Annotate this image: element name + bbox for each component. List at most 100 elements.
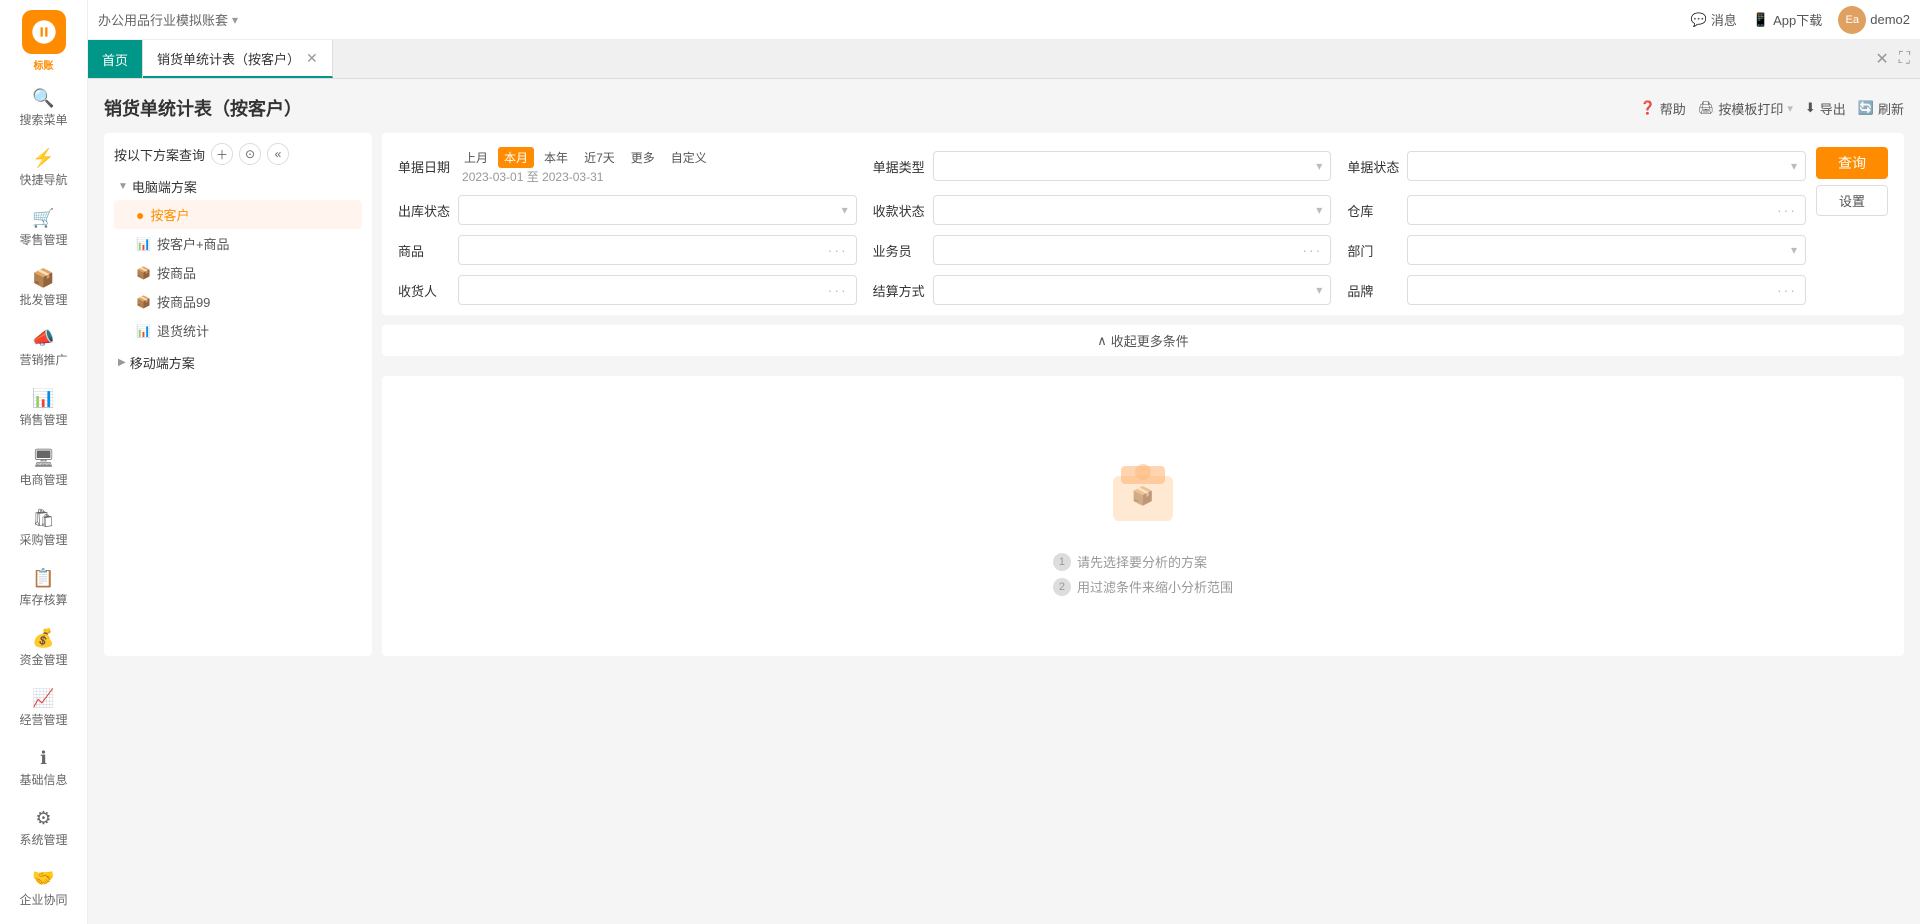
- return-icon: 📊: [136, 324, 151, 338]
- settle-input[interactable]: ▾: [933, 275, 1332, 305]
- bill-status-condition: 单据状态 ▾: [1347, 147, 1806, 185]
- scheme-item-customer-goods[interactable]: 📊 按客户+商品: [114, 229, 362, 258]
- date-tab-last-month[interactable]: 上月: [458, 147, 494, 168]
- operations-icon: 📈: [32, 688, 54, 709]
- scheme-settings-btn[interactable]: ⊙: [239, 143, 261, 165]
- out-status-input[interactable]: ▾: [458, 195, 857, 225]
- window-maximize-icon[interactable]: ⛶: [1899, 50, 1910, 68]
- sidebar-item-label: 经营管理: [19, 711, 67, 728]
- export-btn[interactable]: ⬇ 导出: [1805, 99, 1846, 118]
- collapse-bar[interactable]: ∧ 收起更多条件: [382, 325, 1904, 356]
- consignee-more-icon: ···: [828, 282, 848, 298]
- sidebar-item-label: 电商管理: [19, 471, 67, 488]
- goods-input[interactable]: ···: [458, 235, 857, 265]
- help-btn[interactable]: ❓ 帮助: [1640, 99, 1686, 118]
- salesperson-label: 业务员: [873, 241, 925, 260]
- scheme-item-label: 按客户: [150, 205, 189, 224]
- sidebar-item-purchase[interactable]: 🛍 采购管理: [0, 498, 87, 558]
- sidebar-item-info[interactable]: ℹ 基础信息: [0, 738, 87, 798]
- scheme-add-btn[interactable]: ＋: [211, 143, 233, 165]
- empty-icon: 📦: [1093, 436, 1193, 536]
- collect-status-label: 收款状态: [873, 201, 925, 220]
- tab-close-icon[interactable]: ✕: [306, 50, 318, 67]
- warehouse-input[interactable]: ···: [1407, 195, 1806, 225]
- scheme-panel: 按以下方案查询 ＋ ⊙ « ▼ 电脑端方案 ● 按客户: [104, 133, 372, 656]
- scheme-item-label: 按商品: [157, 263, 196, 282]
- refresh-btn[interactable]: 🔄 刷新: [1858, 99, 1904, 118]
- sidebar-item-sales[interactable]: 📊 销售管理: [0, 378, 87, 438]
- salesperson-input[interactable]: ···: [933, 235, 1332, 265]
- sidebar-item-finance[interactable]: 💰 资金管理: [0, 618, 87, 678]
- scheme-item-return[interactable]: 📊 退货统计: [114, 316, 362, 345]
- department-input[interactable]: ▾: [1407, 235, 1806, 265]
- scheme-collapse-btn[interactable]: «: [267, 143, 289, 165]
- app-download-btn[interactable]: 📱 App下载: [1753, 10, 1822, 29]
- customer-icon: ●: [136, 207, 144, 223]
- filters-area: 单据日期 上月 本月 本年 近7天 更多 自定义: [398, 147, 1806, 305]
- print-dropdown-icon[interactable]: ▾: [1787, 102, 1793, 115]
- goods-icon: 📦: [136, 266, 151, 280]
- scheme-group-header-mobile[interactable]: ▶ 移动端方案: [114, 349, 362, 376]
- query-button[interactable]: 查询: [1816, 147, 1888, 179]
- brand-input[interactable]: ···: [1407, 275, 1806, 305]
- empty-tips: 1 请先选择要分析的方案 2 用过滤条件来缩小分析范围: [1053, 552, 1233, 596]
- scheme-item-label: 按客户+商品: [157, 234, 230, 253]
- date-tab-this-year[interactable]: 本年: [538, 147, 574, 168]
- logo-icon: [22, 10, 66, 54]
- bill-type-input[interactable]: ▾: [933, 151, 1332, 181]
- scheme-group-arrow: ▼: [118, 181, 128, 192]
- export-label: 导出: [1820, 99, 1846, 118]
- sidebar-item-system[interactable]: ⚙ 系统管理: [0, 798, 87, 858]
- sidebar-item-label: 企业协同: [19, 891, 67, 908]
- scheme-group-label: 电脑端方案: [132, 177, 197, 196]
- sidebar-item-corp[interactable]: 🤝 企业协同: [0, 858, 87, 918]
- department-dropdown-icon: ▾: [1791, 243, 1797, 257]
- print-btn[interactable]: 🖨 按模板打印 ▾: [1698, 99, 1793, 118]
- collect-status-input[interactable]: ▾: [933, 195, 1332, 225]
- date-tab-this-month[interactable]: 本月: [498, 147, 534, 168]
- bill-status-input[interactable]: ▾: [1407, 151, 1806, 181]
- search-icon: 🔍: [32, 88, 54, 109]
- page-title: 销货单统计表（按客户）: [104, 95, 302, 121]
- content: 销货单统计表（按客户） ❓ 帮助 🖨 按模板打印 ▾ ⬇ 导出 🔄 刷新: [88, 79, 1920, 924]
- scheme-item-goods[interactable]: 📦 按商品: [114, 258, 362, 287]
- sidebar-item-operations[interactable]: 📈 经营管理: [0, 678, 87, 738]
- sidebar-item-guide[interactable]: 🎯 新手引导: [0, 918, 87, 924]
- date-control: 上月 本月 本年 近7天 更多 自定义 2023-03-01 至 2023-03…: [458, 147, 857, 185]
- scheme-group-header-desktop[interactable]: ▼ 电脑端方案: [114, 173, 362, 200]
- filter-row-1: 单据日期 上月 本月 本年 近7天 更多 自定义: [398, 147, 1806, 185]
- sidebar-item-retail[interactable]: 🛒 零售管理: [0, 198, 87, 258]
- user-btn[interactable]: Ea demo2: [1838, 6, 1910, 34]
- customer-goods-icon: 📊: [136, 237, 151, 251]
- company-dropdown-icon[interactable]: ▾: [232, 13, 238, 27]
- date-tab-more[interactable]: 更多: [625, 147, 661, 168]
- scheme-item-customer[interactable]: ● 按客户: [114, 200, 362, 229]
- top-bar-right: 💬 消息 📱 App下载 Ea demo2: [1691, 6, 1910, 34]
- sidebar-item-marketing[interactable]: 📣 营销推广: [0, 318, 87, 378]
- window-close-icon[interactable]: ✕: [1875, 49, 1888, 69]
- tab-report-label: 销货单统计表（按客户）: [157, 49, 300, 68]
- sidebar-item-label: 资金管理: [19, 651, 67, 668]
- scheme-item-goods99[interactable]: 📦 按商品99: [114, 287, 362, 316]
- date-tab-custom[interactable]: 自定义: [665, 147, 713, 168]
- tab-home[interactable]: 首页: [88, 40, 143, 78]
- sidebar-item-inventory[interactable]: 📋 库存核算: [0, 558, 87, 618]
- tab-report[interactable]: 销货单统计表（按客户） ✕: [143, 40, 333, 78]
- date-tab-7days[interactable]: 近7天: [578, 147, 621, 168]
- sidebar-item-ecom[interactable]: 🖥 电商管理: [0, 438, 87, 498]
- window-controls: ✕ ⛶: [1875, 49, 1920, 69]
- empty-tip-1: 1 请先选择要分析的方案: [1053, 552, 1233, 571]
- main-area: 办公用品行业模拟账套 ▾ 💬 消息 📱 App下载 Ea demo2 首页: [88, 0, 1920, 924]
- message-btn[interactable]: 💬 消息: [1691, 10, 1737, 29]
- bill-type-label: 单据类型: [873, 157, 925, 176]
- sidebar-item-nav[interactable]: ⚡ 快捷导航: [0, 138, 87, 198]
- sidebar-item-wholesale[interactable]: 📦 批发管理: [0, 258, 87, 318]
- scheme-group-arrow-mobile: ▶: [118, 357, 126, 368]
- settings-button[interactable]: 设置: [1816, 185, 1888, 216]
- salesperson-more-icon: ···: [1302, 242, 1322, 258]
- top-bar: 办公用品行业模拟账套 ▾ 💬 消息 📱 App下载 Ea demo2: [88, 0, 1920, 40]
- refresh-icon: 🔄: [1858, 100, 1874, 116]
- out-status-dropdown-icon: ▾: [842, 203, 848, 217]
- sidebar-item-search[interactable]: 🔍 搜索菜单: [0, 78, 87, 138]
- consignee-input[interactable]: ···: [458, 275, 857, 305]
